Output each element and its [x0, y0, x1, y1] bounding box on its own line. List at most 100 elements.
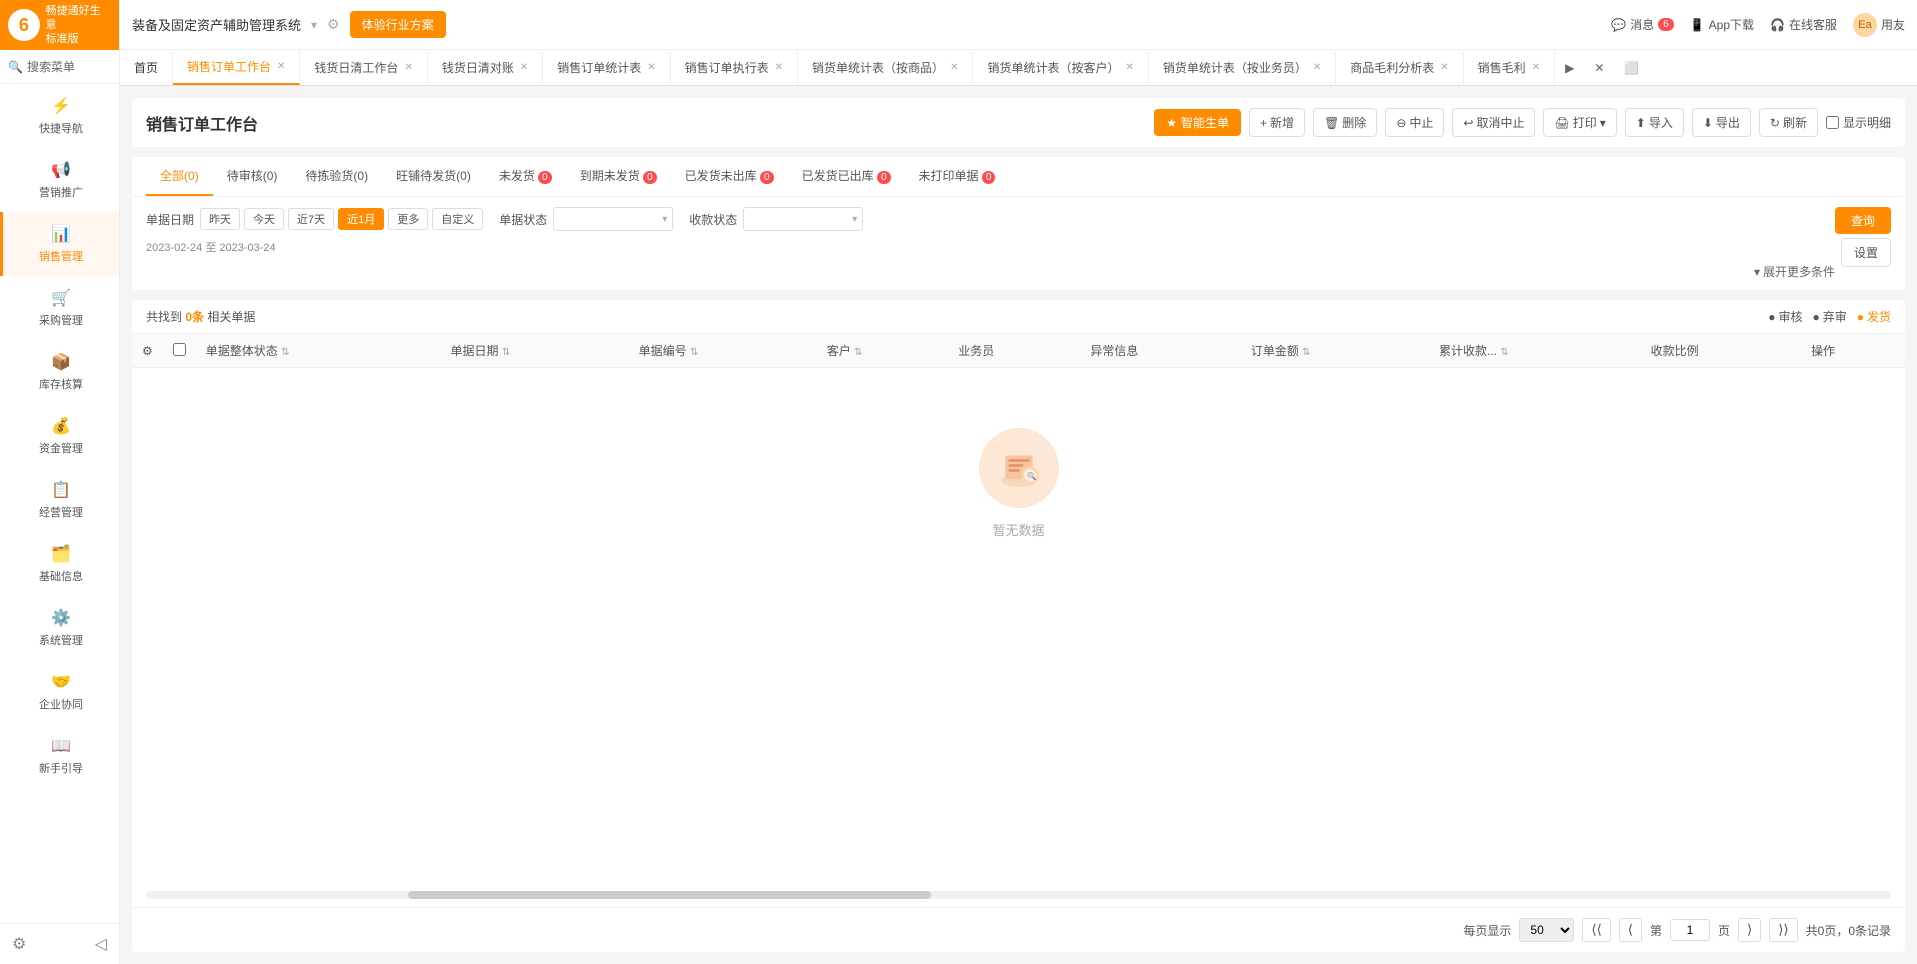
settings-icon[interactable]: ⚙: [12, 934, 26, 954]
user-button[interactable]: Ea 用友: [1853, 13, 1905, 37]
select-all-checkbox[interactable]: [173, 343, 186, 356]
filter-tab-all[interactable]: 全部(0): [146, 157, 213, 196]
tab-cash-daily[interactable]: 钱货日清工作台 ✕: [300, 51, 427, 84]
logo-icon: 6: [8, 9, 40, 41]
date-btn-1month[interactable]: 近1月: [338, 208, 384, 230]
export-button[interactable]: ⬇ 导出: [1692, 108, 1751, 137]
tab-close-sales-stat[interactable]: ✕: [647, 62, 655, 73]
tab-sales-summary-customer[interactable]: 销货单统计表（按客户） ✕: [973, 51, 1148, 84]
sort-collected-icon[interactable]: ⇅: [1500, 347, 1508, 358]
settings-gear-icon[interactable]: ⚙: [327, 16, 340, 33]
tab-close-cash-daily[interactable]: ✕: [404, 62, 412, 73]
page-number-input[interactable]: [1670, 919, 1710, 941]
date-btn-more[interactable]: 更多: [388, 208, 428, 230]
import-button[interactable]: ⬆ 导入: [1625, 108, 1684, 137]
tab-home[interactable]: 首页: [120, 51, 173, 84]
filter-setting-button[interactable]: 设置: [1841, 238, 1891, 267]
page-size-select[interactable]: 50 10 20 100: [1519, 918, 1574, 942]
tab-close-gross-margin[interactable]: ✕: [1440, 62, 1448, 73]
show-detail-checkbox[interactable]: [1826, 116, 1839, 129]
tab-sales-exec[interactable]: 销售订单执行表 ✕: [671, 51, 798, 84]
tab-close-cash-reconcile[interactable]: ✕: [520, 62, 528, 73]
sidebar-item-quick-nav[interactable]: ⚡ 快捷导航: [0, 84, 119, 148]
status-select[interactable]: [553, 207, 673, 231]
sidebar-item-finance[interactable]: 💰 资金管理: [0, 404, 119, 468]
solution-button[interactable]: 体验行业方案: [350, 11, 446, 38]
sidebar-search[interactable]: 🔍 搜索菜单: [0, 50, 119, 84]
sidebar-item-guide[interactable]: 📖 新手引导: [0, 724, 119, 788]
sidebar-item-marketing[interactable]: 📢 营销推广: [0, 148, 119, 212]
tab-gross-margin[interactable]: 商品毛利分析表 ✕: [1336, 51, 1463, 84]
tab-more-button[interactable]: ▶: [1555, 53, 1584, 83]
tab-cash-reconcile[interactable]: 钱货日清对账 ✕: [428, 51, 543, 84]
sort-customer-icon[interactable]: ⇅: [854, 347, 862, 358]
expand-row: ▾ 展开更多条件: [146, 263, 1835, 280]
empty-icon: 🔍: [979, 428, 1059, 508]
tab-close-sales-workbench[interactable]: ✕: [277, 61, 285, 72]
tab-close-sales-summary-staff[interactable]: ✕: [1313, 62, 1321, 73]
sidebar-item-basic-info[interactable]: 🗂️ 基础信息: [0, 532, 119, 596]
last-page-button[interactable]: ⟩⟩: [1769, 918, 1797, 942]
tab-sales-stat[interactable]: 销售订单统计表 ✕: [543, 51, 670, 84]
sidebar-item-cooperation[interactable]: 🤝 企业协同: [0, 660, 119, 724]
date-btn-today[interactable]: 今天: [244, 208, 284, 230]
smart-create-button[interactable]: ★ 智能生单: [1154, 109, 1241, 136]
sidebar-item-sales[interactable]: 📊 销售管理: [0, 212, 119, 276]
filter-tab-wangpu[interactable]: 旺铺待发货(0): [382, 157, 485, 196]
review-op-button[interactable]: ● 审核: [1768, 308, 1802, 325]
app-download-button[interactable]: 📱 App下载: [1690, 16, 1754, 33]
tab-close-sales-summary-customer[interactable]: ✕: [1125, 62, 1133, 73]
tab-sales-summary-staff[interactable]: 销货单统计表（按业务员） ✕: [1149, 51, 1336, 84]
table-ops: ● 审核 ● 弃审 ● 发货: [1768, 308, 1891, 325]
filter-tab-shipped-out[interactable]: 已发货已出库 0: [788, 157, 905, 196]
collapse-icon[interactable]: ◁: [95, 934, 107, 954]
date-btn-7days[interactable]: 近7天: [288, 208, 334, 230]
filter-tab-expired-not-shipped[interactable]: 到期未发货 0: [566, 157, 671, 196]
cancel-stop-button[interactable]: ↩ 取消中止: [1452, 108, 1535, 137]
tab-close-sales-summary-product[interactable]: ✕: [950, 62, 958, 73]
sort-status-icon[interactable]: ⇅: [281, 347, 289, 358]
tab-sales-profit[interactable]: 销售毛利 ✕: [1464, 51, 1555, 84]
first-page-button[interactable]: ⟨⟨: [1582, 918, 1610, 942]
prev-page-button[interactable]: ⟨: [1619, 918, 1642, 942]
filter-tab-not-printed[interactable]: 未打印单据 0: [905, 157, 1010, 196]
new-button[interactable]: + 新增: [1249, 108, 1305, 137]
sidebar-item-inventory[interactable]: 📦 库存核算: [0, 340, 119, 404]
sidebar-item-system[interactable]: ⚙️ 系统管理: [0, 596, 119, 660]
finance-icon: 💰: [51, 416, 71, 436]
sort-date-icon[interactable]: ⇅: [502, 347, 510, 358]
expand-button[interactable]: ▾ 展开更多条件: [1754, 263, 1835, 280]
next-page-button[interactable]: ⟩: [1738, 918, 1761, 942]
filter-tab-pending-review[interactable]: 待审核(0): [213, 157, 292, 196]
ship-op-button[interactable]: ● 发货: [1857, 308, 1891, 325]
show-detail-checkbox-label[interactable]: 显示明细: [1826, 114, 1891, 131]
online-service-button[interactable]: 🎧 在线客服: [1770, 16, 1837, 33]
sort-amount-icon[interactable]: ⇅: [1302, 347, 1310, 358]
tab-close-sales-exec[interactable]: ✕: [775, 62, 783, 73]
sidebar-item-operations[interactable]: 📋 经营管理: [0, 468, 119, 532]
tab-sales-summary-product[interactable]: 销货单统计表（按商品） ✕: [798, 51, 973, 84]
query-button[interactable]: 查询: [1835, 207, 1891, 234]
filter-tab-pending-inspection[interactable]: 待拣验货(0): [291, 157, 382, 196]
filter-row-1: 单据日期 昨天 今天 近7天 近1月 更多 自定义: [146, 207, 1835, 231]
tab-close-sales-profit[interactable]: ✕: [1532, 62, 1540, 73]
sidebar-item-purchase[interactable]: 🛒 采购管理: [0, 276, 119, 340]
date-btn-custom[interactable]: 自定义: [432, 208, 483, 230]
filter-tab-shipped-not-out[interactable]: 已发货未出库 0: [671, 157, 788, 196]
dropdown-arrow-icon[interactable]: ▾: [311, 18, 317, 32]
tab-sales-workbench[interactable]: 销售订单工作台 ✕: [173, 50, 300, 85]
scrollbar-thumb[interactable]: [408, 891, 932, 899]
sort-number-icon[interactable]: ⇅: [690, 347, 698, 358]
date-btn-yesterday[interactable]: 昨天: [200, 208, 240, 230]
horizontal-scrollbar[interactable]: [146, 891, 1891, 899]
tab-fullscreen-button[interactable]: ⬜: [1614, 53, 1649, 83]
delete-button[interactable]: 🗑 删除: [1313, 108, 1377, 137]
refresh-button[interactable]: ↻ 刷新: [1759, 108, 1818, 137]
stop-button[interactable]: ⊖ 中止: [1385, 108, 1444, 137]
payment-select[interactable]: [743, 207, 863, 231]
message-button[interactable]: 💬 消息 6: [1611, 16, 1674, 33]
tab-pin-button[interactable]: ✕: [1584, 53, 1614, 83]
cancel-review-op-button[interactable]: ● 弃审: [1812, 308, 1846, 325]
filter-tab-not-shipped[interactable]: 未发货 0: [485, 157, 566, 196]
print-button[interactable]: 🖨 打印 ▾: [1543, 108, 1616, 137]
